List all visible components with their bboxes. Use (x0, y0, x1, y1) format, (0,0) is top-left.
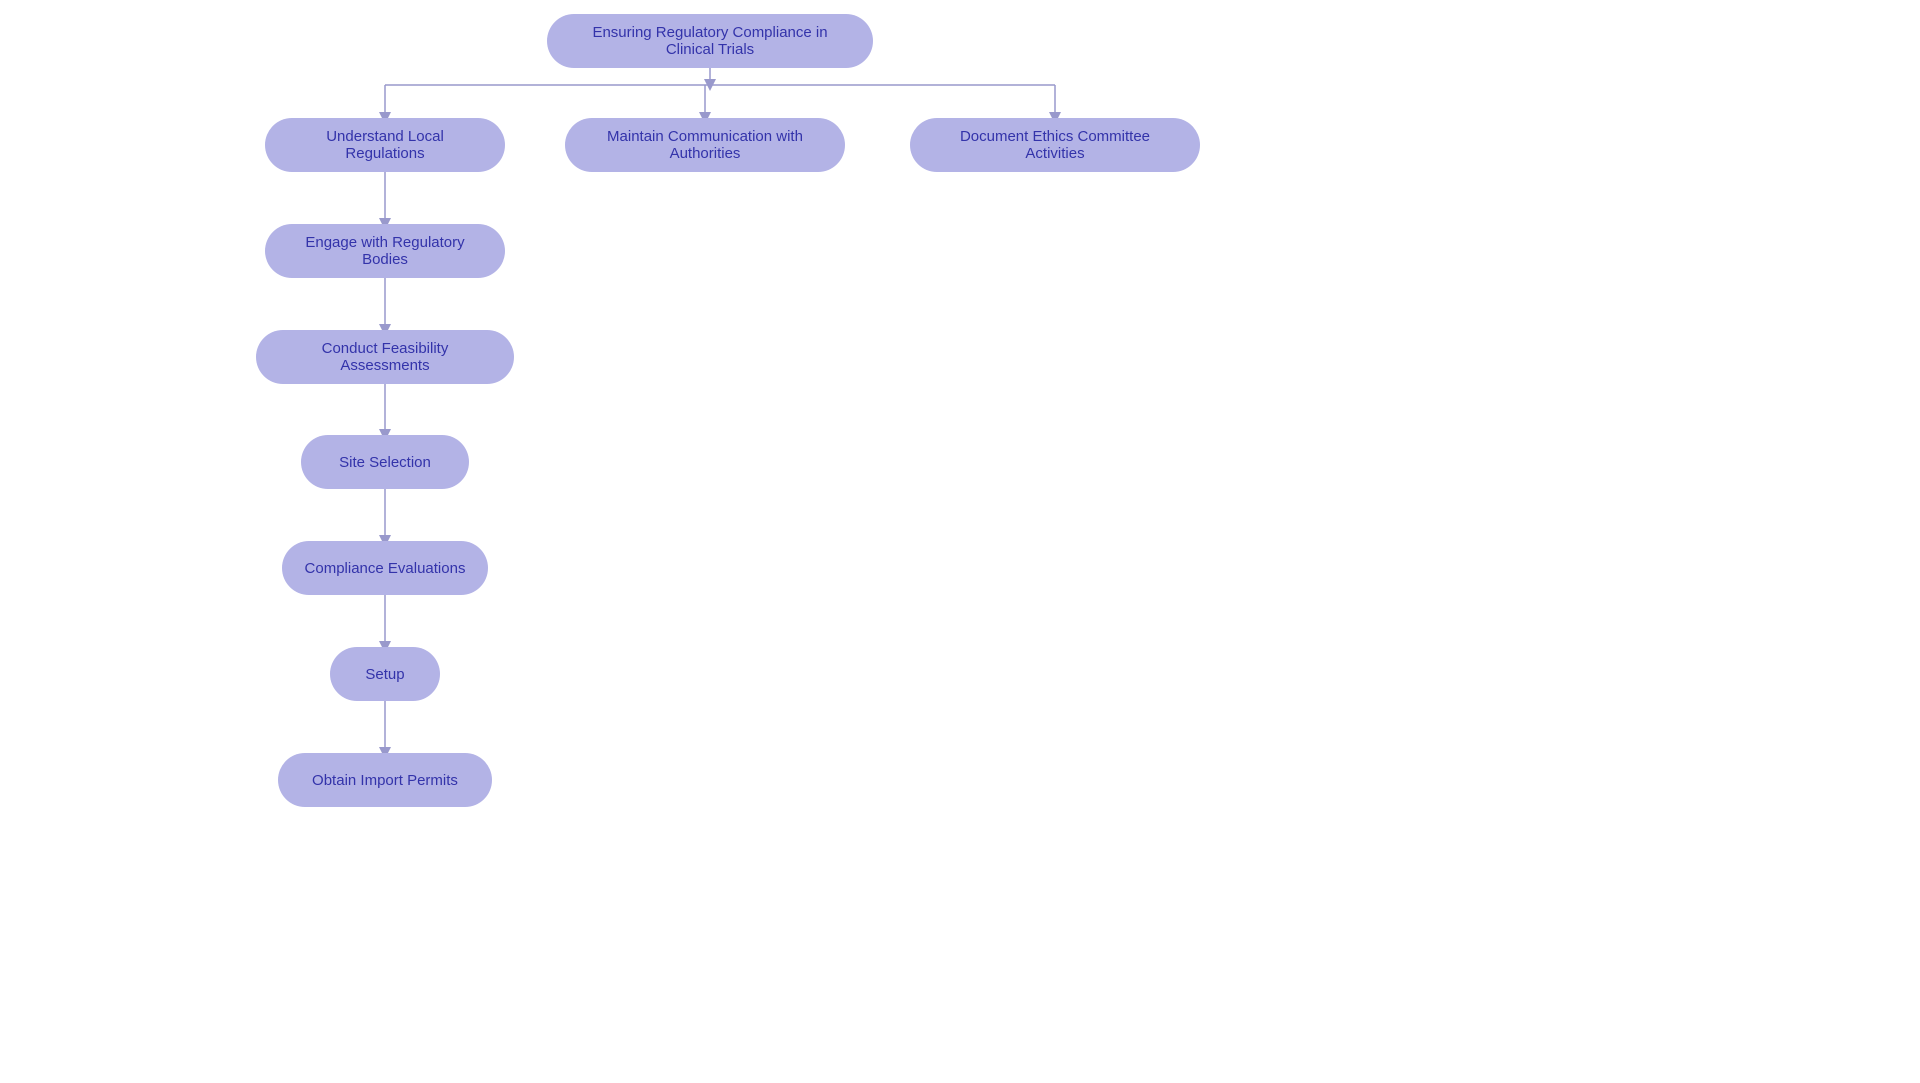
compliance-node: Compliance Evaluations (282, 541, 488, 595)
understand-node: Understand Local Regulations (265, 118, 505, 172)
diagram-container: Ensuring Regulatory Compliance in Clinic… (0, 0, 1920, 1083)
root-node: Ensuring Regulatory Compliance in Clinic… (547, 14, 873, 68)
engage-node: Engage with Regulatory Bodies (265, 224, 505, 278)
site-node: Site Selection (301, 435, 469, 489)
setup-node: Setup (330, 647, 440, 701)
obtain-node: Obtain Import Permits (278, 753, 492, 807)
maintain-node: Maintain Communication with Authorities (565, 118, 845, 172)
document-node: Document Ethics Committee Activities (910, 118, 1200, 172)
conduct-node: Conduct Feasibility Assessments (256, 330, 514, 384)
